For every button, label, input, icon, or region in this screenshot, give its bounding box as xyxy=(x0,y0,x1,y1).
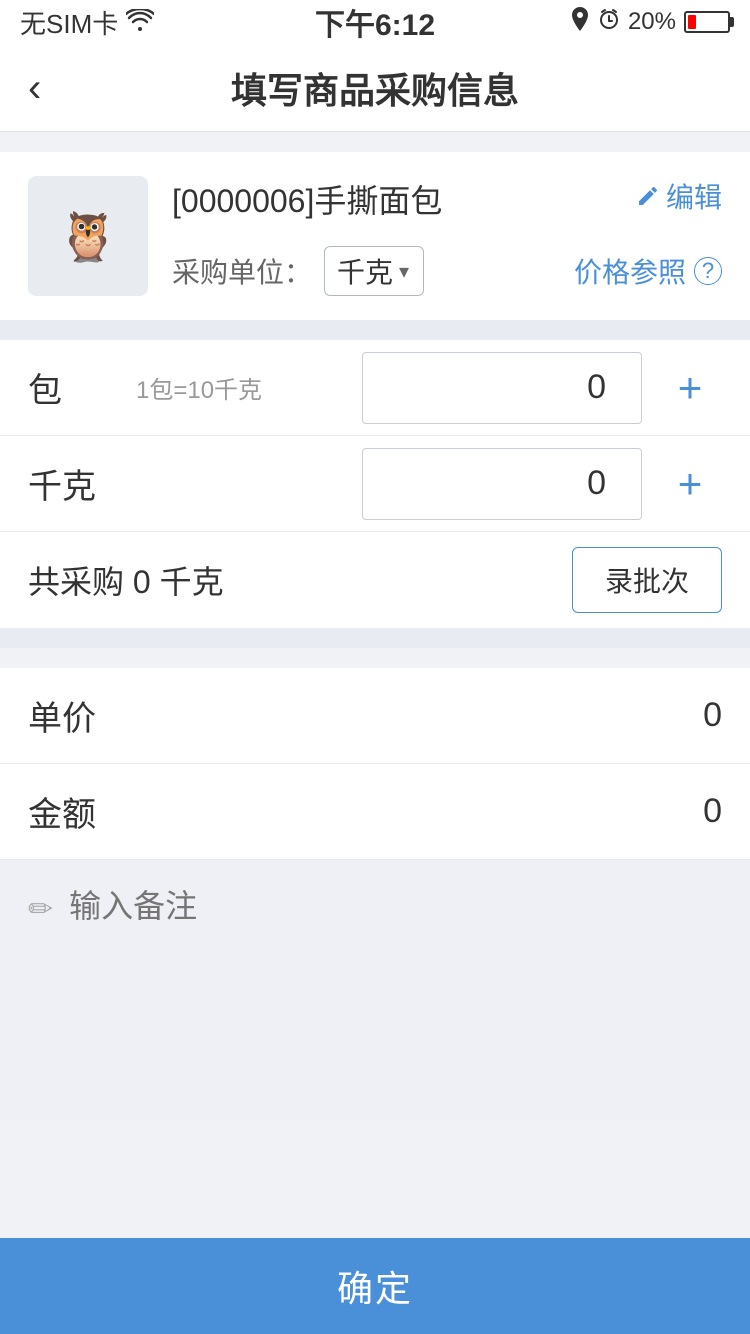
alarm-icon xyxy=(598,8,620,37)
battery-percent: 20% xyxy=(628,8,676,36)
carrier-label: 无SIM卡 xyxy=(20,4,118,41)
section-divider-2 xyxy=(0,628,750,648)
unit-value: 千克 xyxy=(337,251,393,291)
input-section: 包 1包=10千克 + 千克 + xyxy=(0,340,750,532)
remark-section: ✏ xyxy=(0,860,750,1120)
bag-input-wrapper: + xyxy=(262,352,722,424)
battery-icon xyxy=(684,11,730,33)
kg-input[interactable] xyxy=(362,448,642,520)
unit-price-value: 0 xyxy=(703,696,722,735)
product-image: 🦉 xyxy=(28,176,148,296)
location-icon xyxy=(570,7,590,38)
status-bar: 无SIM卡 下午6:12 xyxy=(0,0,750,44)
remark-input[interactable] xyxy=(69,888,722,925)
kg-input-row: 千克 + xyxy=(0,436,750,532)
batch-button[interactable]: 录批次 xyxy=(572,547,722,613)
dropdown-icon: ▾ xyxy=(399,259,409,284)
status-bar-left: 无SIM卡 xyxy=(20,4,154,41)
section-divider-1 xyxy=(0,320,750,340)
product-card: 🦉 [0000006]手撕面包 编辑 采购单位： 千克 ▾ xyxy=(0,152,750,320)
amount-row: 金额 0 xyxy=(0,764,750,860)
price-section: 单价 0 金额 0 xyxy=(0,668,750,860)
unit-price-row: 单价 0 xyxy=(0,668,750,764)
status-bar-right: 20% xyxy=(570,7,730,38)
unit-selector[interactable]: 千克 ▾ xyxy=(324,246,424,296)
price-ref-button[interactable]: 价格参照 ? xyxy=(574,251,722,291)
kg-input-wrapper: + xyxy=(128,448,722,520)
pencil-icon: ✏ xyxy=(28,892,53,927)
back-button[interactable]: ‹ xyxy=(28,68,41,108)
product-logo: 🦉 xyxy=(58,208,118,265)
total-text: 共采购 0 千克 xyxy=(28,557,224,603)
kg-label: 千克 xyxy=(28,459,128,508)
bag-label: 包 xyxy=(28,363,128,412)
product-name: [0000006]手撕面包 xyxy=(172,176,636,222)
confirm-button[interactable]: 确定 xyxy=(0,1238,750,1334)
price-ref-help-icon: ? xyxy=(694,257,722,285)
amount-value: 0 xyxy=(703,792,722,831)
bag-input[interactable] xyxy=(362,352,642,424)
bag-input-row: 包 1包=10千克 + xyxy=(0,340,750,436)
nav-bar: ‹ 填写商品采购信息 xyxy=(0,44,750,132)
page-title: 填写商品采购信息 xyxy=(231,62,519,114)
total-row: 共采购 0 千克 录批次 xyxy=(0,532,750,628)
unit-label: 采购单位： xyxy=(172,251,312,291)
product-unit-row: 采购单位： 千克 ▾ 价格参照 ? xyxy=(172,246,722,296)
product-header: [0000006]手撕面包 编辑 xyxy=(172,176,722,222)
bag-sub-label: 1包=10千克 xyxy=(136,370,262,405)
amount-label: 金额 xyxy=(28,787,96,836)
unit-price-label: 单价 xyxy=(28,691,96,740)
edit-button[interactable]: 编辑 xyxy=(636,176,722,216)
bag-plus-button[interactable]: + xyxy=(658,356,722,420)
total-value: 0 xyxy=(133,564,151,600)
kg-plus-button[interactable]: + xyxy=(658,452,722,516)
status-bar-time: 下午6:12 xyxy=(315,0,435,44)
product-info: [0000006]手撕面包 编辑 采购单位： 千克 ▾ 价格 xyxy=(172,176,722,296)
wifi-icon xyxy=(126,7,154,38)
